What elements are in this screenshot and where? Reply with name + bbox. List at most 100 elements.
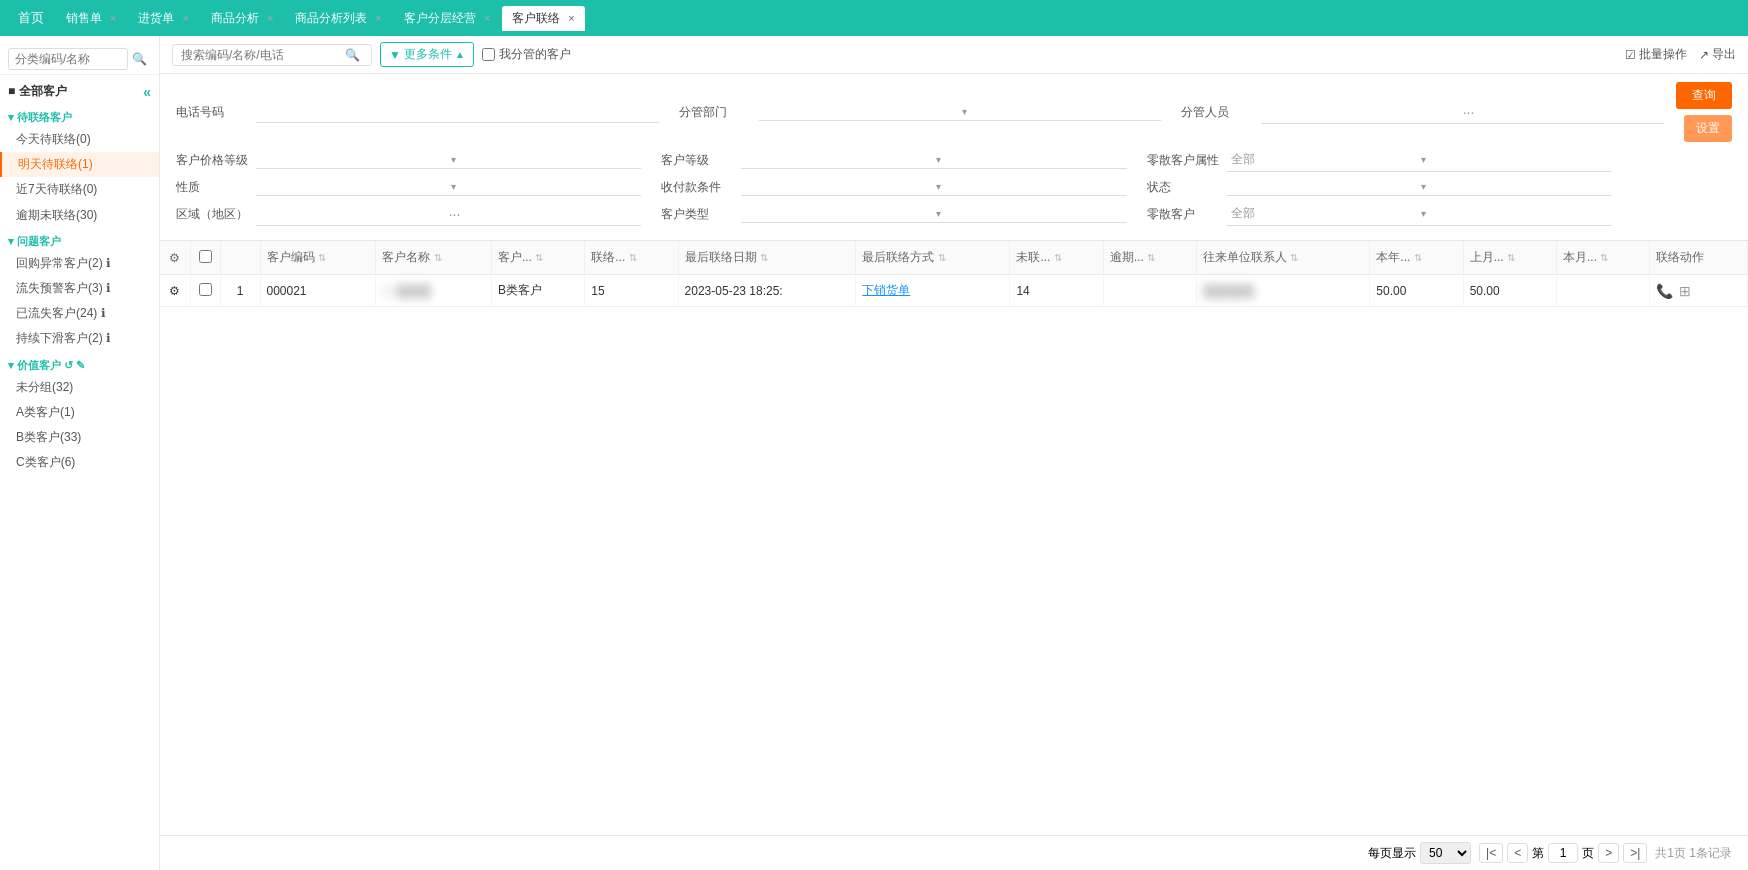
nav-home[interactable]: 首页 [8, 5, 54, 31]
col-header-num [220, 241, 260, 275]
sidebar-item-churned[interactable]: 已流失客户(24) ℹ [0, 301, 159, 326]
export-button[interactable]: ↗ 导出 [1699, 46, 1736, 63]
status-select[interactable]: ▾ [1227, 178, 1612, 196]
value-grade-select[interactable]: ▾ [256, 151, 641, 169]
row-last-method[interactable]: 下销货单 [856, 275, 1010, 307]
table-header-row: ⚙ 客户编码 ⇅ 客户名称 ⇅ 客户... ⇅ 联络... ⇅ 最后联络日期 ⇅… [160, 241, 1748, 275]
sort-date-icon[interactable]: ⇅ [760, 252, 768, 263]
col-header-name[interactable]: 客户名称 ⇅ [376, 241, 492, 275]
customer-grade-select[interactable]: ▾ [741, 151, 1126, 169]
col-header-code[interactable]: 客户编码 ⇅ [260, 241, 376, 275]
person-select[interactable]: ··· [1261, 101, 1664, 124]
my-customers-checkbox[interactable] [482, 48, 495, 61]
sort-method-icon[interactable]: ⇅ [938, 252, 946, 263]
col-header-gear[interactable]: ⚙ [160, 241, 190, 275]
nav-purchase-order[interactable]: 进货单 × [128, 6, 198, 31]
sidebar-all-customers[interactable]: ■ 全部客户 « [0, 79, 159, 104]
my-customers-checkbox-label[interactable]: 我分管的客户 [482, 46, 571, 63]
sort-not-contacted-icon[interactable]: ⇅ [1054, 252, 1062, 263]
sidebar-item-churn-warning[interactable]: 流失预警客户(3) ℹ [0, 276, 159, 301]
toolbar: 🔍 ▼ 更多条件 ▲ 我分管的客户 ☑ 批量操作 ↗ 导出 [160, 36, 1748, 74]
sidebar-item-b-class[interactable]: B类客户(33) [0, 425, 159, 450]
col-header-last-method[interactable]: 最后联络方式 ⇅ [856, 241, 1010, 275]
retail-customer-label: 零散客户 [1147, 206, 1227, 223]
sort-this-year-icon[interactable]: ⇅ [1414, 252, 1422, 263]
per-page-select[interactable]: 50 100 200 [1420, 842, 1471, 864]
nav-product-analysis-list[interactable]: 商品分析列表 × [285, 6, 391, 31]
row-code[interactable]: 000021 [260, 275, 376, 307]
col-header-overdue[interactable]: 逾期... ⇅ [1103, 241, 1196, 275]
nav-customer-stratify[interactable]: 客户分层经营 × [394, 6, 500, 31]
retail-attr-select[interactable]: 全部 ▾ [1227, 148, 1612, 172]
close-product-analysis-list-icon[interactable]: × [375, 12, 381, 24]
customer-type-select[interactable]: ▾ [741, 205, 1126, 223]
sidebar-item-declining[interactable]: 持续下滑客户(2) ℹ [0, 326, 159, 351]
col-header-not-contacted[interactable]: 未联... ⇅ [1010, 241, 1103, 275]
col-header-type[interactable]: 客户... ⇅ [491, 241, 584, 275]
nav-product-analysis[interactable]: 商品分析 × [201, 6, 283, 31]
search-icon[interactable]: 🔍 [345, 48, 360, 62]
nav-sales-order[interactable]: 销售单 × [56, 6, 126, 31]
sidebar-item-ungrouped[interactable]: 未分组(32) [0, 375, 159, 400]
sort-this-month-icon[interactable]: ⇅ [1600, 252, 1608, 263]
row-checkbox[interactable] [199, 283, 212, 296]
row-gear[interactable]: ⚙ [160, 275, 190, 307]
close-sales-order-icon[interactable]: × [110, 12, 116, 24]
sort-name-icon[interactable]: ⇅ [434, 252, 442, 263]
filter-row-3: 性质 ▾ 收付款条件 ▾ 状态 [176, 178, 1732, 196]
sidebar-search-icon[interactable]: 🔍 [132, 52, 147, 66]
last-page-button[interactable]: >| [1623, 843, 1647, 863]
row-check[interactable] [190, 275, 220, 307]
close-purchase-order-icon[interactable]: × [182, 12, 188, 24]
close-product-analysis-icon[interactable]: × [267, 12, 273, 24]
retail-customer-select[interactable]: 全部 ▾ [1227, 202, 1612, 226]
more-filters-button[interactable]: ▼ 更多条件 ▲ [380, 42, 474, 67]
col-header-last-date[interactable]: 最后联络日期 ⇅ [678, 241, 856, 275]
filter-person: 分管人员 ··· [1181, 101, 1664, 124]
col-header-check[interactable] [190, 241, 220, 275]
sidebar-collapse-icon[interactable]: « [143, 84, 151, 100]
query-button[interactable]: 查询 [1676, 82, 1732, 109]
col-header-contact[interactable]: 联络... ⇅ [585, 241, 678, 275]
settings-button[interactable]: 设置 [1684, 115, 1732, 142]
nav-customer-contact[interactable]: 客户联络 × [502, 6, 584, 31]
col-header-this-month[interactable]: 本月... ⇅ [1557, 241, 1650, 275]
prev-page-button[interactable]: < [1507, 843, 1528, 863]
nature-select[interactable]: ▾ [256, 178, 641, 196]
close-customer-stratify-icon[interactable]: × [484, 12, 490, 24]
next-page-button[interactable]: > [1598, 843, 1619, 863]
page-number-input[interactable] [1548, 843, 1578, 863]
search-input[interactable] [181, 48, 341, 62]
sidebar-search-input[interactable] [8, 48, 128, 70]
col-header-contact-person[interactable]: 往来单位联系人 ⇅ [1197, 241, 1370, 275]
sidebar-item-a-class[interactable]: A类客户(1) [0, 400, 159, 425]
select-all-checkbox[interactable] [199, 250, 212, 263]
sidebar-item-7days[interactable]: 近7天待联络(0) [0, 177, 159, 202]
sort-contact-person-icon[interactable]: ⇅ [1290, 252, 1298, 263]
col-header-last-month[interactable]: 上月... ⇅ [1463, 241, 1556, 275]
first-page-button[interactable]: |< [1479, 843, 1503, 863]
close-customer-contact-icon[interactable]: × [568, 12, 574, 24]
batch-operate-button[interactable]: ☑ 批量操作 [1625, 46, 1687, 63]
col-header-this-year[interactable]: 本年... ⇅ [1370, 241, 1463, 275]
sidebar-item-overdue[interactable]: 逾期未联络(30) [0, 203, 159, 228]
phone-input[interactable] [256, 102, 659, 123]
row-name[interactable]: Ea████ [376, 275, 492, 307]
sidebar-item-tomorrow[interactable]: 明天待联络(1) [0, 152, 159, 177]
payment-select[interactable]: ▾ [741, 178, 1126, 196]
region-select[interactable]: ··· [256, 203, 641, 226]
dept-select[interactable]: ▾ [759, 103, 1162, 121]
sort-code-icon[interactable]: ⇅ [318, 252, 326, 263]
sidebar-item-repurchase-abnormal[interactable]: 回购异常客户(2) ℹ [0, 251, 159, 276]
phone-action-icon[interactable]: 📞 [1656, 283, 1673, 299]
sort-contact-icon[interactable]: ⇅ [629, 252, 637, 263]
person-dots-icon: ··· [1463, 104, 1660, 120]
sidebar-item-c-class[interactable]: C类客户(6) [0, 450, 159, 475]
sort-last-month-icon[interactable]: ⇅ [1507, 252, 1515, 263]
sidebar-item-today[interactable]: 今天待联络(0) [0, 127, 159, 152]
grid-action-icon[interactable]: ⊞ [1679, 283, 1691, 299]
sort-type-icon[interactable]: ⇅ [535, 252, 543, 263]
sort-overdue-icon[interactable]: ⇅ [1147, 252, 1155, 263]
dept-arrow-icon: ▾ [962, 106, 1157, 117]
payment-label: 收付款条件 [661, 179, 741, 196]
